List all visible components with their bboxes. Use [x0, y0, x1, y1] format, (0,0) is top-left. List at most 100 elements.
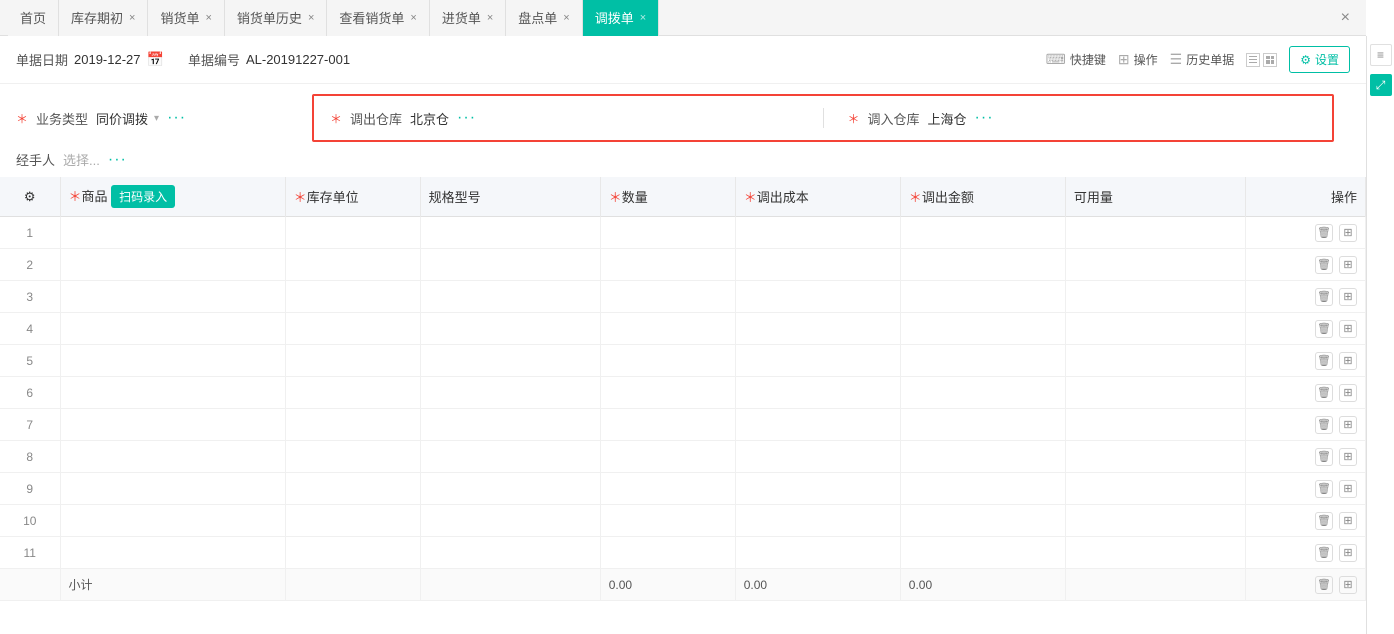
- row-copy-7[interactable]: ⊞: [1339, 416, 1357, 434]
- row-delete-1[interactable]: 🗑: [1315, 224, 1333, 242]
- row-delete-7[interactable]: 🗑: [1315, 416, 1333, 434]
- tab-transfer-order[interactable]: 调拨单 ×: [583, 0, 659, 36]
- row-amount-1[interactable]: [900, 217, 1065, 249]
- row-product-9[interactable]: [60, 473, 285, 505]
- row-amount-2[interactable]: [900, 249, 1065, 281]
- row-available-11[interactable]: [1065, 537, 1245, 569]
- tab-purchase-order-close[interactable]: ×: [487, 12, 493, 24]
- row-delete-2[interactable]: 🗑: [1315, 256, 1333, 274]
- row-cost-3[interactable]: [735, 281, 900, 313]
- row-copy-11[interactable]: ⊞: [1339, 544, 1357, 562]
- row-amount-10[interactable]: [900, 505, 1065, 537]
- tab-inventory-check[interactable]: 盘点单 ×: [506, 0, 582, 36]
- row-copy-6[interactable]: ⊞: [1339, 384, 1357, 402]
- row-available-9[interactable]: [1065, 473, 1245, 505]
- row-amount-7[interactable]: [900, 409, 1065, 441]
- sidebar-expand-button[interactable]: ⤢: [1370, 74, 1392, 96]
- shortcuts-button[interactable]: ⌨ 快捷键: [1046, 51, 1106, 68]
- row-spec-5[interactable]: [420, 345, 600, 377]
- row-available-8[interactable]: [1065, 441, 1245, 473]
- row-cost-6[interactable]: [735, 377, 900, 409]
- col-header-gear[interactable]: ⚙: [0, 177, 60, 217]
- row-qty-2[interactable]: [600, 249, 735, 281]
- row-copy-2[interactable]: ⊞: [1339, 256, 1357, 274]
- row-copy-8[interactable]: ⊞: [1339, 448, 1357, 466]
- tab-inventory-init-close[interactable]: ×: [129, 12, 135, 24]
- row-unit-1[interactable]: [285, 217, 420, 249]
- row-qty-9[interactable]: [600, 473, 735, 505]
- row-product-7[interactable]: [60, 409, 285, 441]
- row-cost-4[interactable]: [735, 313, 900, 345]
- row-qty-11[interactable]: [600, 537, 735, 569]
- tab-home[interactable]: 首页: [8, 0, 59, 36]
- tab-view-sales[interactable]: 查看销货单 ×: [327, 0, 429, 36]
- row-cost-11[interactable]: [735, 537, 900, 569]
- row-qty-10[interactable]: [600, 505, 735, 537]
- row-unit-6[interactable]: [285, 377, 420, 409]
- row-amount-6[interactable]: [900, 377, 1065, 409]
- window-close-button[interactable]: ×: [1333, 9, 1358, 27]
- row-qty-8[interactable]: [600, 441, 735, 473]
- row-spec-1[interactable]: [420, 217, 600, 249]
- row-copy-10[interactable]: ⊞: [1339, 512, 1357, 530]
- row-unit-9[interactable]: [285, 473, 420, 505]
- row-available-7[interactable]: [1065, 409, 1245, 441]
- row-product-1[interactable]: [60, 217, 285, 249]
- row-amount-4[interactable]: [900, 313, 1065, 345]
- warehouse-in-dots-button[interactable]: ···: [975, 109, 994, 127]
- subtotal-copy[interactable]: ⊞: [1339, 576, 1357, 594]
- row-qty-6[interactable]: [600, 377, 735, 409]
- warehouse-out-dots-button[interactable]: ···: [457, 109, 476, 127]
- row-delete-4[interactable]: 🗑: [1315, 320, 1333, 338]
- layout-grid-icon[interactable]: [1263, 53, 1277, 67]
- row-spec-9[interactable]: [420, 473, 600, 505]
- row-cost-5[interactable]: [735, 345, 900, 377]
- row-spec-10[interactable]: [420, 505, 600, 537]
- row-unit-8[interactable]: [285, 441, 420, 473]
- row-available-1[interactable]: [1065, 217, 1245, 249]
- row-qty-1[interactable]: [600, 217, 735, 249]
- tab-sales-order[interactable]: 销货单 ×: [148, 0, 224, 36]
- row-spec-8[interactable]: [420, 441, 600, 473]
- row-amount-11[interactable]: [900, 537, 1065, 569]
- row-available-10[interactable]: [1065, 505, 1245, 537]
- row-copy-1[interactable]: ⊞: [1339, 224, 1357, 242]
- row-product-6[interactable]: [60, 377, 285, 409]
- row-spec-3[interactable]: [420, 281, 600, 313]
- tab-sales-history[interactable]: 销货单历史 ×: [225, 0, 327, 36]
- row-spec-7[interactable]: [420, 409, 600, 441]
- row-unit-3[interactable]: [285, 281, 420, 313]
- row-cost-8[interactable]: [735, 441, 900, 473]
- row-available-2[interactable]: [1065, 249, 1245, 281]
- tab-purchase-order[interactable]: 进货单 ×: [430, 0, 506, 36]
- row-cost-7[interactable]: [735, 409, 900, 441]
- row-copy-5[interactable]: ⊞: [1339, 352, 1357, 370]
- row-amount-8[interactable]: [900, 441, 1065, 473]
- row-qty-7[interactable]: [600, 409, 735, 441]
- row-spec-4[interactable]: [420, 313, 600, 345]
- row-delete-8[interactable]: 🗑: [1315, 448, 1333, 466]
- row-unit-7[interactable]: [285, 409, 420, 441]
- layout-lines-icon[interactable]: [1246, 53, 1260, 67]
- row-unit-2[interactable]: [285, 249, 420, 281]
- row-cost-2[interactable]: [735, 249, 900, 281]
- row-unit-10[interactable]: [285, 505, 420, 537]
- row-amount-5[interactable]: [900, 345, 1065, 377]
- row-spec-11[interactable]: [420, 537, 600, 569]
- row-unit-11[interactable]: [285, 537, 420, 569]
- row-qty-3[interactable]: [600, 281, 735, 313]
- tab-view-sales-close[interactable]: ×: [410, 12, 416, 24]
- business-type-select[interactable]: 同价调拨 ▾: [96, 109, 159, 128]
- row-spec-6[interactable]: [420, 377, 600, 409]
- tab-sales-history-close[interactable]: ×: [308, 12, 314, 24]
- row-delete-3[interactable]: 🗑: [1315, 288, 1333, 306]
- row-delete-6[interactable]: 🗑: [1315, 384, 1333, 402]
- row-qty-5[interactable]: [600, 345, 735, 377]
- layout-toggle[interactable]: [1246, 53, 1277, 67]
- row-cost-1[interactable]: [735, 217, 900, 249]
- row-amount-9[interactable]: [900, 473, 1065, 505]
- history-button[interactable]: ☰ 历史单据: [1170, 51, 1235, 68]
- handler-select[interactable]: 选择...: [63, 150, 100, 169]
- row-product-11[interactable]: [60, 537, 285, 569]
- sidebar-list-button[interactable]: ≡: [1370, 44, 1392, 66]
